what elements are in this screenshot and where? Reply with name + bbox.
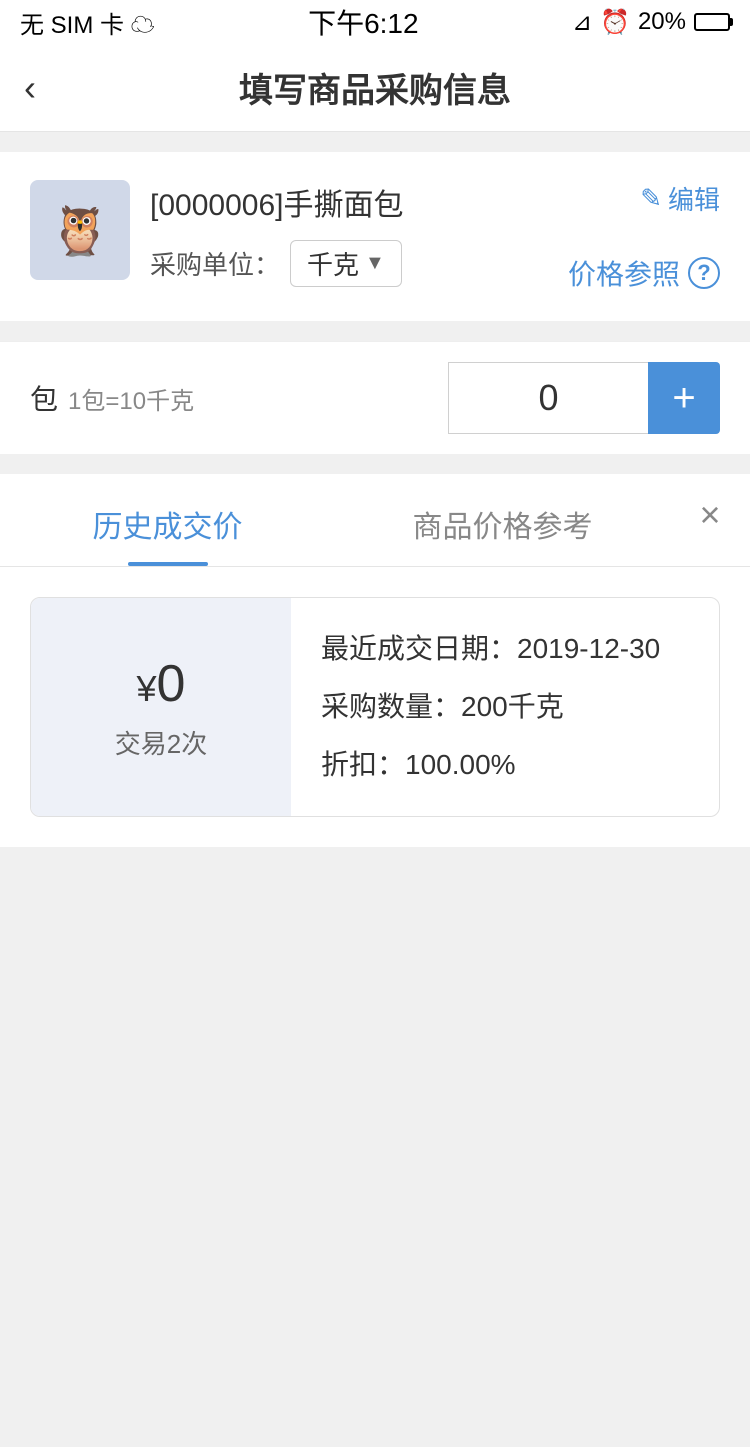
product-thumbnail-icon: 🦉 (50, 202, 110, 259)
price-card-right: 最近成交日期：2019-12-30 采购数量：200千克 折扣：100.00% (291, 598, 719, 816)
tab-history-price[interactable]: 历史成交价 (0, 474, 335, 566)
bottom-area (0, 847, 750, 1447)
product-image: 🦉 (30, 180, 130, 280)
info-icon: ? (688, 257, 720, 289)
tabs-header: 历史成交价 商品价格参考 × (0, 474, 750, 567)
edit-button[interactable]: ✎ 编辑 (640, 180, 720, 217)
unit-label: 采购单位： (150, 245, 280, 282)
status-bar: 无 SIM 卡 ☁ 下午6:12 ⊿ ⏰ 20% (0, 0, 750, 44)
price-quantity-value: 200千克 (461, 691, 564, 722)
price-ref-label: 价格参照 (568, 253, 680, 293)
tab-product-price-ref[interactable]: 商品价格参考 (335, 474, 670, 566)
quantity-plus-button[interactable]: + (648, 362, 720, 434)
price-quantity-label: 采购数量： (321, 691, 461, 722)
product-name: [0000006]手撕面包 (150, 180, 403, 224)
sim-label: 无 SIM 卡 ☁ (20, 5, 155, 40)
product-unit-row: 采购单位： 千克 ▼ (150, 240, 403, 287)
unit-value: 千克 (307, 245, 359, 282)
battery-icon (694, 13, 730, 31)
tabs-close-button[interactable]: × (670, 494, 750, 546)
edit-label: 编辑 (668, 180, 720, 217)
price-discount-row: 折扣：100.00% (321, 744, 689, 786)
status-time: 下午6:12 (308, 2, 419, 42)
price-value: 0 (157, 655, 186, 713)
quantity-control: 0 + (448, 362, 720, 434)
price-discount-value: 100.00% (405, 749, 516, 780)
battery-percent: 20% (638, 8, 686, 36)
price-ref-button[interactable]: 价格参照 ? (568, 253, 720, 293)
back-button[interactable]: ‹ (24, 67, 36, 109)
price-date-label: 最近成交日期： (321, 633, 517, 664)
edit-icon: ✎ (640, 183, 662, 214)
price-card: ¥0 交易2次 最近成交日期：2019-12-30 采购数量：200千克 折扣：… (30, 597, 720, 817)
product-right: ✎ 编辑 价格参照 ? (568, 180, 720, 293)
price-quantity-row: 采购数量：200千克 (321, 686, 689, 728)
tabs-section: 历史成交价 商品价格参考 × ¥0 交易2次 最近成交日期：2019-12-30… (0, 474, 750, 847)
location-icon: ⊿ (572, 8, 592, 37)
status-left: 无 SIM 卡 ☁ (20, 5, 155, 40)
price-date-value: 2019-12-30 (517, 633, 660, 664)
price-currency: ¥ (137, 668, 157, 709)
quantity-section: 包 1包=10千克 0 + (0, 341, 750, 454)
price-discount-label: 折扣： (321, 749, 405, 780)
quantity-unit: 包 (30, 378, 58, 418)
price-card-left: ¥0 交易2次 (31, 598, 291, 816)
page-title: 填写商品采购信息 (239, 63, 511, 112)
dropdown-arrow-icon: ▼ (365, 252, 385, 275)
history-content: ¥0 交易2次 最近成交日期：2019-12-30 采购数量：200千克 折扣：… (0, 567, 750, 847)
price-date-row: 最近成交日期：2019-12-30 (321, 628, 689, 670)
quantity-unit-note: 1包=10千克 (68, 381, 194, 416)
price-display: ¥0 (137, 654, 186, 714)
alarm-icon: ⏰ (600, 8, 630, 37)
quantity-label: 包 1包=10千克 (30, 378, 194, 418)
product-info: [0000006]手撕面包 采购单位： 千克 ▼ (150, 180, 403, 287)
status-right: ⊿ ⏰ 20% (572, 8, 730, 37)
nav-bar: ‹ 填写商品采购信息 (0, 44, 750, 132)
price-trades: 交易2次 (115, 724, 207, 761)
product-section: 🦉 [0000006]手撕面包 采购单位： 千克 ▼ ✎ 编辑 价格参照 (0, 152, 750, 321)
quantity-input[interactable]: 0 (448, 362, 648, 434)
unit-select[interactable]: 千克 ▼ (290, 240, 402, 287)
